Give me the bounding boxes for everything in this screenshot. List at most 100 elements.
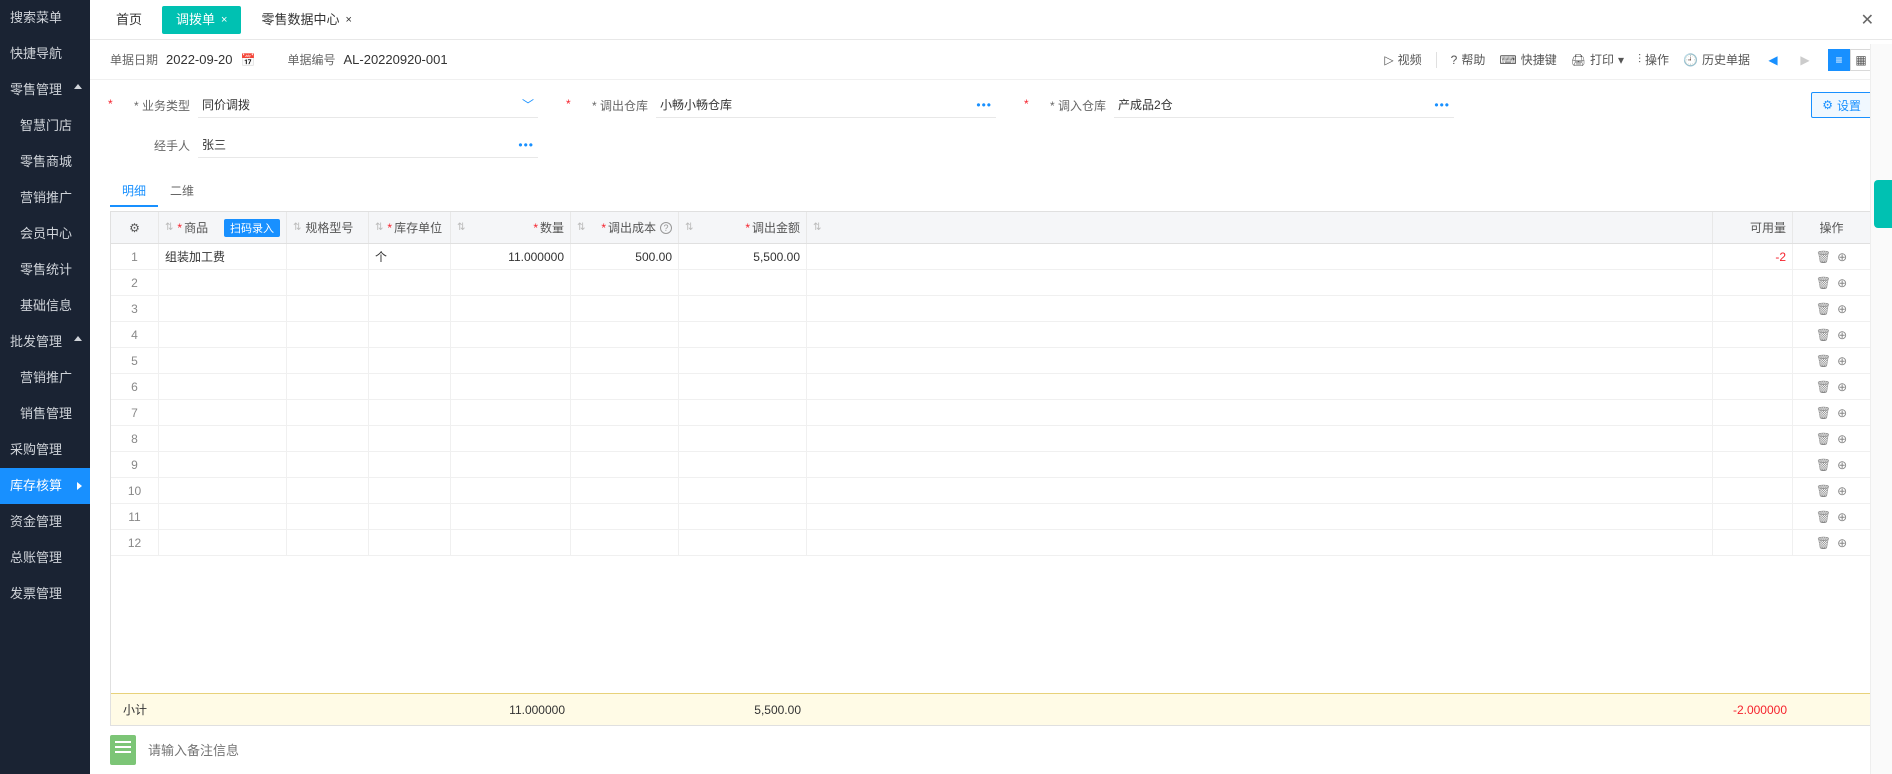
add-row-icon[interactable]: ⊕ (1837, 510, 1847, 524)
delete-row-icon[interactable]: 🗑 (1816, 484, 1831, 498)
out-wh-select[interactable]: 小畅小畅仓库 ••• (656, 92, 996, 118)
add-row-icon[interactable]: ⊕ (1837, 432, 1847, 446)
delete-row-icon[interactable]: 🗑 (1816, 302, 1831, 316)
add-row-icon[interactable]: ⊕ (1837, 302, 1847, 316)
sidebar-item-8[interactable]: 基础信息 (0, 288, 90, 324)
tab-close-icon[interactable]: × (221, 6, 227, 34)
add-row-icon[interactable]: ⊕ (1837, 354, 1847, 368)
doc-date-value[interactable]: 2022-09-20 (166, 52, 233, 67)
biz-type-label: * 业务类型 (110, 97, 190, 114)
add-row-icon[interactable]: ⊕ (1837, 536, 1847, 550)
col-product[interactable]: ⇅*商品扫码录入 (159, 212, 287, 243)
sidebar-item-10[interactable]: 营销推广 (0, 360, 90, 396)
table-row[interactable]: 3🗑⊕ (111, 296, 1871, 322)
table-row[interactable]: 4🗑⊕ (111, 322, 1871, 348)
col-amount[interactable]: ⇅*调出金额 (679, 212, 807, 243)
prev-doc-icon[interactable]: ◀ (1764, 51, 1782, 69)
delete-row-icon[interactable]: 🗑 (1816, 250, 1831, 264)
form-area: * 业务类型 同价调拨 ﹀ * 调出仓库 小畅小畅仓库 ••• * 调入仓库 (90, 80, 1892, 176)
tab-0[interactable]: 首页 (102, 6, 156, 34)
scan-button[interactable]: 扫码录入 (224, 219, 280, 237)
table-row[interactable]: 5🗑⊕ (111, 348, 1871, 374)
sidebar-item-14[interactable]: 资金管理 (0, 504, 90, 540)
sidebar-item-7[interactable]: 零售统计 (0, 252, 90, 288)
sidebar-item-5[interactable]: 营销推广 (0, 180, 90, 216)
add-row-icon[interactable]: ⊕ (1837, 328, 1847, 342)
sidebar-item-9[interactable]: 批发管理 (0, 324, 90, 360)
table-row[interactable]: 7🗑⊕ (111, 400, 1871, 426)
doc-date-label: 单据日期 (110, 51, 158, 68)
remark-input[interactable] (148, 736, 1872, 764)
in-wh-select[interactable]: 产成品2仓 ••• (1114, 92, 1454, 118)
view-list-icon[interactable]: ≡ (1828, 49, 1850, 71)
table-row[interactable]: 6🗑⊕ (111, 374, 1871, 400)
table-row[interactable]: 11🗑⊕ (111, 504, 1871, 530)
tab-close-icon[interactable]: × (345, 6, 351, 34)
note-icon[interactable] (110, 735, 136, 765)
subtab-0[interactable]: 明细 (110, 176, 158, 207)
more-icon: ••• (976, 98, 992, 112)
add-row-icon[interactable]: ⊕ (1837, 458, 1847, 472)
delete-row-icon[interactable]: 🗑 (1816, 458, 1831, 472)
tab-2[interactable]: 零售数据中心× (247, 6, 365, 34)
sidebar-item-12[interactable]: 采购管理 (0, 432, 90, 468)
sidebar-item-0[interactable]: 搜索菜单 (0, 0, 90, 36)
add-row-icon[interactable]: ⊕ (1837, 484, 1847, 498)
table-row[interactable]: 12🗑⊕ (111, 530, 1871, 556)
print-button[interactable]: 🖨 打印 ▾ (1571, 51, 1624, 68)
help-button[interactable]: ? 帮助 (1451, 51, 1486, 68)
ops-button[interactable]: ⫶ 操作 (1638, 51, 1669, 68)
table-row[interactable]: 9🗑⊕ (111, 452, 1871, 478)
tab-1[interactable]: 调拨单× (162, 6, 241, 34)
table-row[interactable]: 8🗑⊕ (111, 426, 1871, 452)
delete-row-icon[interactable]: 🗑 (1816, 510, 1831, 524)
biz-type-select[interactable]: 同价调拨 ﹀ (198, 92, 538, 118)
next-doc-icon[interactable]: ▶ (1796, 51, 1814, 69)
add-row-icon[interactable]: ⊕ (1837, 406, 1847, 420)
add-row-icon[interactable]: ⊕ (1837, 250, 1847, 264)
settings-button[interactable]: ⚙ 设置 (1811, 92, 1872, 118)
sidebar-item-16[interactable]: 发票管理 (0, 576, 90, 612)
sidebar-item-4[interactable]: 零售商城 (0, 144, 90, 180)
sidebar-item-15[interactable]: 总账管理 (0, 540, 90, 576)
close-all-icon[interactable]: ✕ (1861, 10, 1874, 30)
right-drawer-handle[interactable] (1874, 180, 1892, 228)
handler-label: 经手人 (110, 137, 190, 154)
delete-row-icon[interactable]: 🗑 (1816, 536, 1831, 550)
right-strip (1870, 44, 1892, 774)
remark-bar (90, 726, 1892, 774)
delete-row-icon[interactable]: 🗑 (1816, 354, 1831, 368)
history-button[interactable]: 🕘 历史单据 (1683, 51, 1750, 68)
delete-row-icon[interactable]: 🗑 (1816, 380, 1831, 394)
add-row-icon[interactable]: ⊕ (1837, 276, 1847, 290)
sidebar-item-13[interactable]: 库存核算 (0, 468, 90, 504)
sidebar-item-11[interactable]: 销售管理 (0, 396, 90, 432)
table-row[interactable]: 10🗑⊕ (111, 478, 1871, 504)
col-cost[interactable]: ⇅*调出成本? (571, 212, 679, 243)
gear-column[interactable]: ⚙ (111, 212, 159, 243)
delete-row-icon[interactable]: 🗑 (1816, 328, 1831, 342)
calendar-icon[interactable]: 📅 (241, 53, 256, 67)
col-qty[interactable]: ⇅*数量 (451, 212, 571, 243)
subtab-1[interactable]: 二维 (158, 176, 206, 207)
video-button[interactable]: ▷ 视频 (1384, 51, 1421, 68)
info-icon[interactable]: ? (660, 222, 672, 234)
toolbar: 单据日期 2022-09-20 📅 单据编号 AL-20220920-001 ▷… (90, 40, 1892, 80)
table-row[interactable]: 1组装加工费个11.000000500.005,500.00-2🗑⊕ (111, 244, 1871, 270)
sidebar-item-3[interactable]: 智慧门店 (0, 108, 90, 144)
col-avail[interactable]: 可用量 (1713, 212, 1793, 243)
col-spec[interactable]: ⇅规格型号 (287, 212, 369, 243)
view-card-icon[interactable]: ▦ (1850, 49, 1872, 71)
subtotal-avail: -2.000000 (1713, 694, 1793, 725)
handler-select[interactable]: 张三 ••• (198, 132, 538, 158)
delete-row-icon[interactable]: 🗑 (1816, 406, 1831, 420)
table-row[interactable]: 2🗑⊕ (111, 270, 1871, 296)
delete-row-icon[interactable]: 🗑 (1816, 432, 1831, 446)
sidebar-item-2[interactable]: 零售管理 (0, 72, 90, 108)
add-row-icon[interactable]: ⊕ (1837, 380, 1847, 394)
sidebar-item-6[interactable]: 会员中心 (0, 216, 90, 252)
shortcut-button[interactable]: ⌨ 快捷键 (1499, 51, 1556, 68)
sidebar-item-1[interactable]: 快捷导航 (0, 36, 90, 72)
delete-row-icon[interactable]: 🗑 (1816, 276, 1831, 290)
col-unit[interactable]: ⇅*库存单位 (369, 212, 451, 243)
